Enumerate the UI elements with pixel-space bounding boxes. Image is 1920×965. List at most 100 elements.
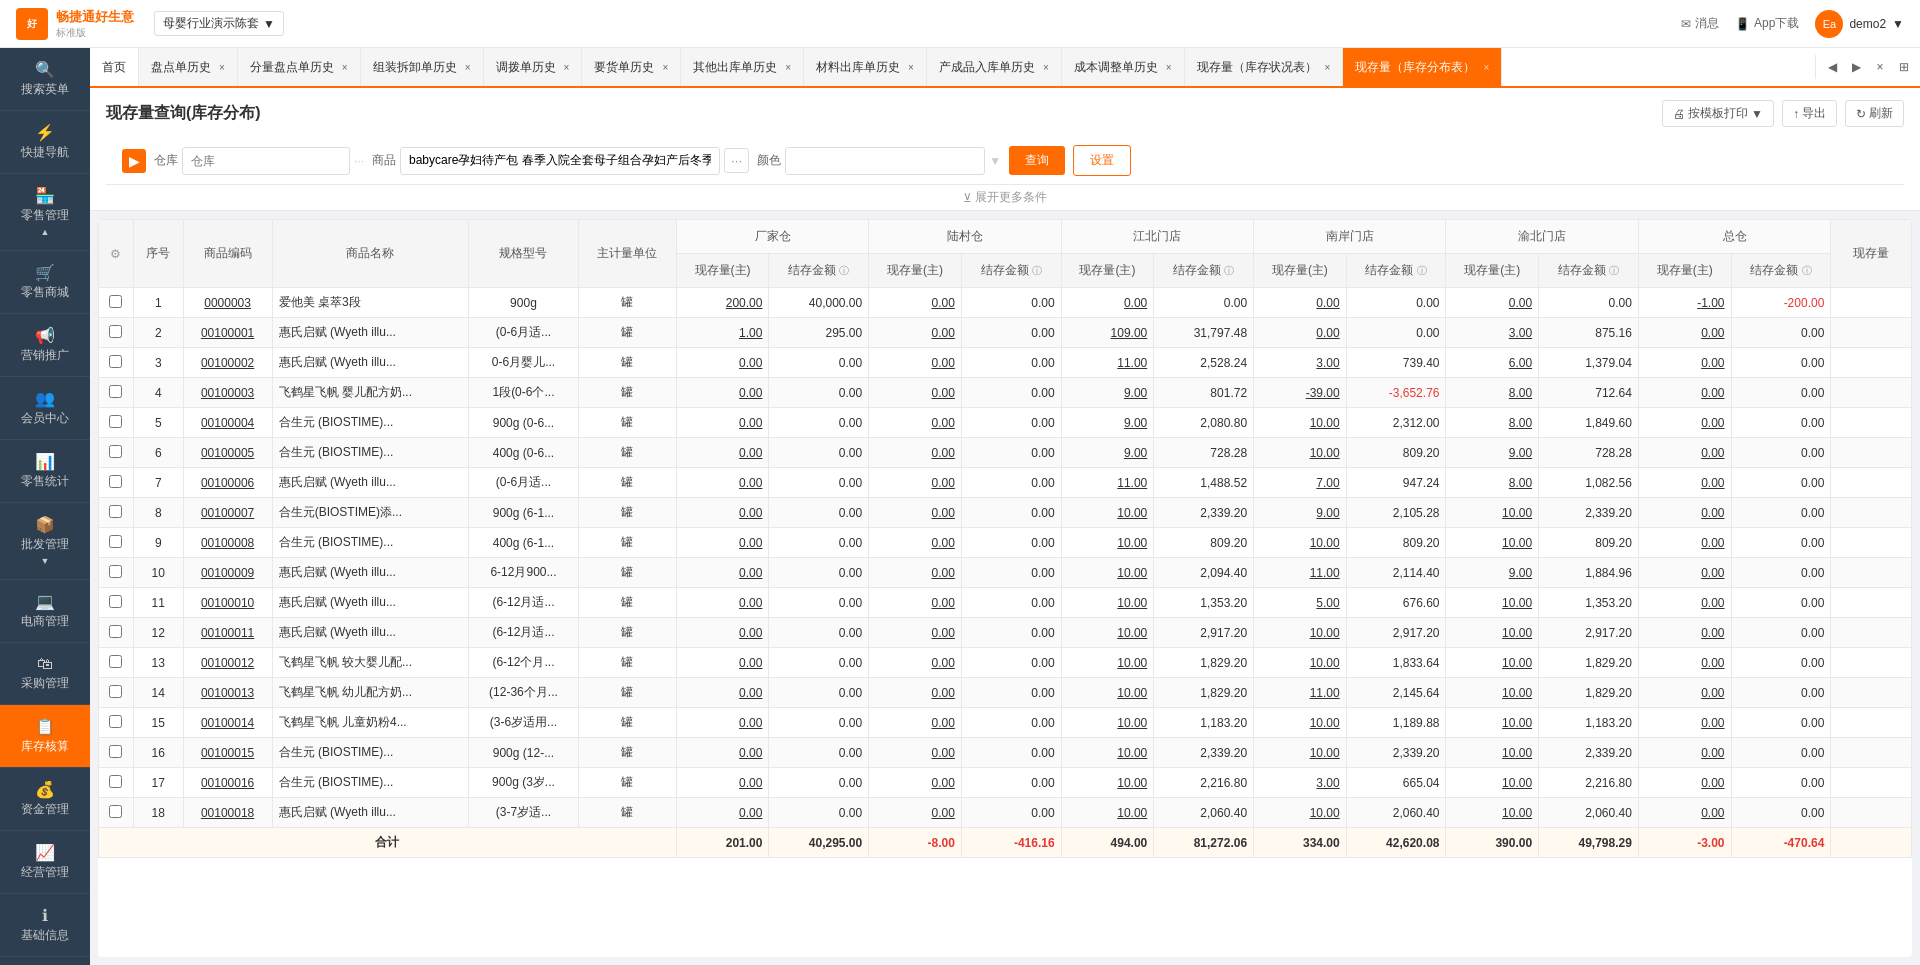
row-factory-qty-0[interactable]: 200.00 <box>676 288 769 318</box>
row-luchen-qty-16[interactable]: 0.00 <box>869 768 962 798</box>
row-factory-qty-17[interactable]: 0.00 <box>676 798 769 828</box>
tab-stock-distribution[interactable]: 现存量（库存分布表） × <box>1343 48 1502 87</box>
row-luchen-qty-8[interactable]: 0.00 <box>869 528 962 558</box>
tab-stock-status[interactable]: 现存量（库存状况表） × <box>1185 48 1344 87</box>
row-checkbox-10[interactable] <box>99 588 134 618</box>
row-yubeimen-qty-12[interactable]: 10.00 <box>1446 648 1539 678</box>
row-total-qty-12[interactable]: 0.00 <box>1638 648 1731 678</box>
row-jiangbei-qty-12[interactable]: 10.00 <box>1061 648 1154 678</box>
row-checkbox-0[interactable] <box>99 288 134 318</box>
row-luchen-qty-0[interactable]: 0.00 <box>869 288 962 318</box>
row-luchen-qty-11[interactable]: 0.00 <box>869 618 962 648</box>
row-factory-qty-12[interactable]: 0.00 <box>676 648 769 678</box>
row-factory-qty-8[interactable]: 0.00 <box>676 528 769 558</box>
row-jiangbei-qty-4[interactable]: 9.00 <box>1061 408 1154 438</box>
row-jiangbei-qty-16[interactable]: 10.00 <box>1061 768 1154 798</box>
row-total-qty-13[interactable]: 0.00 <box>1638 678 1731 708</box>
row-nanan-qty-8[interactable]: 10.00 <box>1254 528 1347 558</box>
row-nanan-qty-11[interactable]: 10.00 <box>1254 618 1347 648</box>
close-tab-5-icon[interactable]: × <box>785 62 791 73</box>
message-button[interactable]: ✉ 消息 <box>1681 15 1719 32</box>
close-all-tabs-button[interactable]: × <box>1868 55 1892 79</box>
app-download-button[interactable]: 📱 App下载 <box>1735 15 1799 32</box>
row-checkbox-7[interactable] <box>99 498 134 528</box>
row-factory-qty-5[interactable]: 0.00 <box>676 438 769 468</box>
row-code-15[interactable]: 00100015 <box>183 738 272 768</box>
query-button[interactable]: 查询 <box>1009 146 1065 175</box>
row-yubeimen-qty-9[interactable]: 9.00 <box>1446 558 1539 588</box>
sidebar-item-wholesale[interactable]: 📦 批发管理 ▼ <box>0 503 90 580</box>
row-nanan-qty-1[interactable]: 0.00 <box>1254 318 1347 348</box>
row-luchen-qty-3[interactable]: 0.00 <box>869 378 962 408</box>
row-yubeimen-qty-1[interactable]: 3.00 <box>1446 318 1539 348</box>
close-tab-2-icon[interactable]: × <box>465 62 471 73</box>
row-checkbox-4[interactable] <box>99 408 134 438</box>
row-yubeimen-qty-13[interactable]: 10.00 <box>1446 678 1539 708</box>
row-total-qty-7[interactable]: 0.00 <box>1638 498 1731 528</box>
row-nanan-qty-2[interactable]: 3.00 <box>1254 348 1347 378</box>
row-checkbox-5[interactable] <box>99 438 134 468</box>
filter-toggle-button[interactable]: ▶ <box>122 149 146 173</box>
print-button[interactable]: 🖨 按模板打印 ▼ <box>1662 100 1774 127</box>
close-tab-7-icon[interactable]: × <box>1043 62 1049 73</box>
product-search-button[interactable]: ··· <box>724 148 749 173</box>
refresh-button[interactable]: ↻ 刷新 <box>1845 100 1904 127</box>
row-yubeimen-qty-16[interactable]: 10.00 <box>1446 768 1539 798</box>
sidebar-item-retail-mall[interactable]: 🛒 零售商城 <box>0 251 90 314</box>
tab-other-outbound[interactable]: 其他出库单历史 × <box>681 48 804 87</box>
row-nanan-qty-3[interactable]: -39.00 <box>1254 378 1347 408</box>
row-nanan-qty-12[interactable]: 10.00 <box>1254 648 1347 678</box>
sidebar-item-member[interactable]: 👥 会员中心 <box>0 377 90 440</box>
sidebar-item-basics[interactable]: ℹ 基础信息 <box>0 894 90 957</box>
row-factory-qty-3[interactable]: 0.00 <box>676 378 769 408</box>
row-nanan-qty-15[interactable]: 10.00 <box>1254 738 1347 768</box>
row-total-qty-2[interactable]: 0.00 <box>1638 348 1731 378</box>
row-nanan-qty-6[interactable]: 7.00 <box>1254 468 1347 498</box>
row-checkbox-15[interactable] <box>99 738 134 768</box>
row-nanan-qty-13[interactable]: 11.00 <box>1254 678 1347 708</box>
industry-selector[interactable]: 母婴行业演示陈套 ▼ <box>154 11 284 36</box>
row-jiangbei-qty-5[interactable]: 9.00 <box>1061 438 1154 468</box>
nav-prev-button[interactable]: ◀ <box>1820 55 1844 79</box>
row-factory-qty-7[interactable]: 0.00 <box>676 498 769 528</box>
tab-stocktake-history[interactable]: 盘点单历史 × <box>139 48 238 87</box>
row-jiangbei-qty-2[interactable]: 11.00 <box>1061 348 1154 378</box>
row-checkbox-12[interactable] <box>99 648 134 678</box>
row-nanan-qty-17[interactable]: 10.00 <box>1254 798 1347 828</box>
row-checkbox-11[interactable] <box>99 618 134 648</box>
row-yubeimen-qty-2[interactable]: 6.00 <box>1446 348 1539 378</box>
row-code-7[interactable]: 00100007 <box>183 498 272 528</box>
row-nanan-qty-0[interactable]: 0.00 <box>1254 288 1347 318</box>
row-total-qty-11[interactable]: 0.00 <box>1638 618 1731 648</box>
export-button[interactable]: ↑ 导出 <box>1782 100 1837 127</box>
tab-home[interactable]: 首页 <box>90 48 139 87</box>
row-jiangbei-qty-3[interactable]: 9.00 <box>1061 378 1154 408</box>
row-total-qty-1[interactable]: 0.00 <box>1638 318 1731 348</box>
row-factory-qty-6[interactable]: 0.00 <box>676 468 769 498</box>
th-gear[interactable]: ⚙ <box>99 220 134 288</box>
row-factory-qty-9[interactable]: 0.00 <box>676 558 769 588</box>
row-luchen-qty-13[interactable]: 0.00 <box>869 678 962 708</box>
tab-product-inbound[interactable]: 产成品入库单历史 × <box>927 48 1062 87</box>
row-code-11[interactable]: 00100011 <box>183 618 272 648</box>
setting-button[interactable]: 设置 <box>1073 145 1131 176</box>
row-factory-qty-10[interactable]: 0.00 <box>676 588 769 618</box>
row-nanan-qty-10[interactable]: 5.00 <box>1254 588 1347 618</box>
row-code-13[interactable]: 00100013 <box>183 678 272 708</box>
row-luchen-qty-4[interactable]: 0.00 <box>869 408 962 438</box>
row-nanan-qty-9[interactable]: 11.00 <box>1254 558 1347 588</box>
row-factory-qty-16[interactable]: 0.00 <box>676 768 769 798</box>
row-code-0[interactable]: 0000003 <box>183 288 272 318</box>
row-jiangbei-qty-6[interactable]: 11.00 <box>1061 468 1154 498</box>
row-code-8[interactable]: 00100008 <box>183 528 272 558</box>
tab-partial-stocktake[interactable]: 分量盘点单历史 × <box>238 48 361 87</box>
row-code-4[interactable]: 00100004 <box>183 408 272 438</box>
sidebar-item-finance[interactable]: 💰 资金管理 <box>0 768 90 831</box>
row-luchen-qty-1[interactable]: 0.00 <box>869 318 962 348</box>
row-code-5[interactable]: 00100005 <box>183 438 272 468</box>
row-nanan-qty-7[interactable]: 9.00 <box>1254 498 1347 528</box>
sidebar-item-operations[interactable]: 📈 经营管理 <box>0 831 90 894</box>
row-yubeimen-qty-14[interactable]: 10.00 <box>1446 708 1539 738</box>
row-factory-qty-2[interactable]: 0.00 <box>676 348 769 378</box>
row-jiangbei-qty-10[interactable]: 10.00 <box>1061 588 1154 618</box>
